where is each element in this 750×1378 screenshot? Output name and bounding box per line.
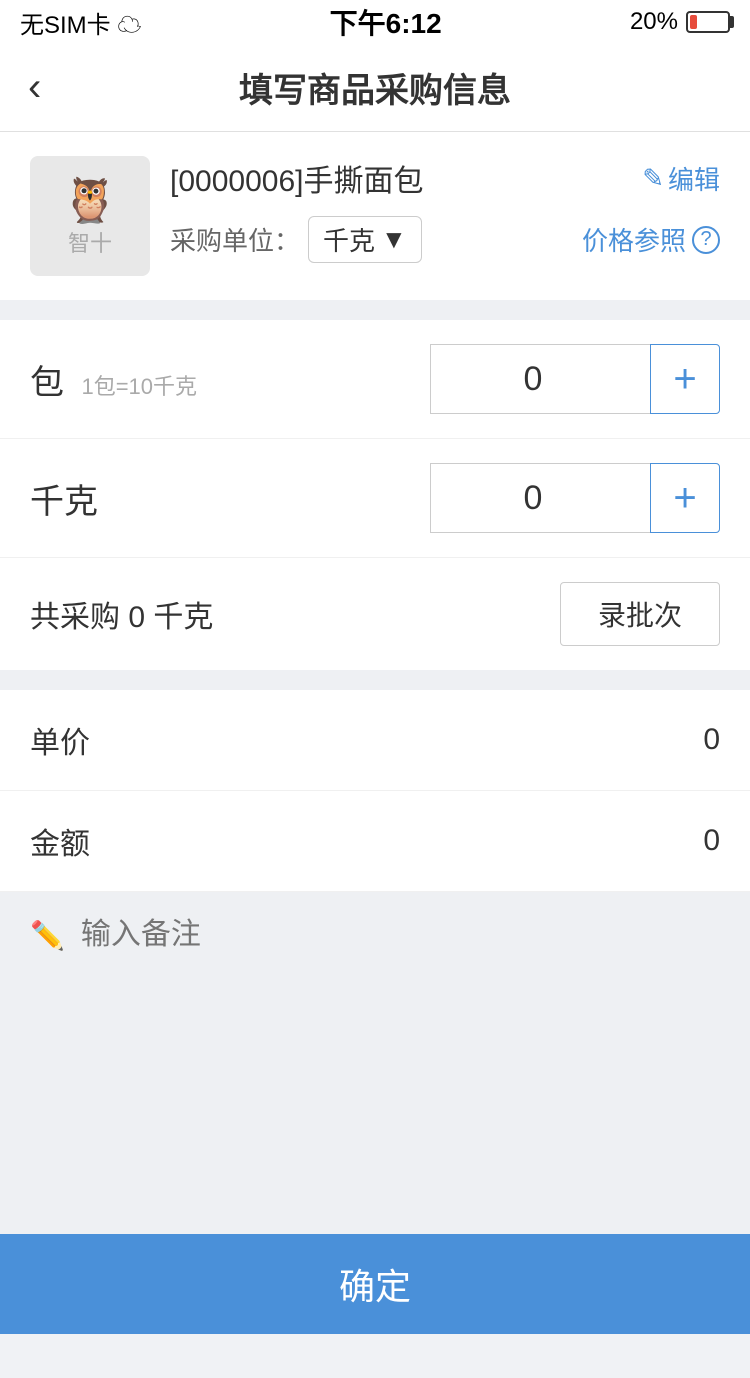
section-divider-1 <box>0 300 750 320</box>
unit-select[interactable]: 千克 ▼ <box>308 216 422 263</box>
bag-input-right: + <box>430 344 720 414</box>
product-info: [0000006]手撕面包 ✎ 编辑 采购单位： 千克 ▼ 价格参照 ? <box>170 156 720 263</box>
amount-label: 金额 <box>30 819 90 863</box>
battery-icon <box>686 11 730 33</box>
product-thumb-label: 智十 <box>68 226 112 258</box>
page-title: 填写商品采购信息 <box>239 63 511 112</box>
bag-input-row: 包 1包=10千克 + <box>0 320 750 439</box>
kg-plus-button[interactable]: + <box>650 463 720 533</box>
kg-quantity-input[interactable] <box>430 463 650 533</box>
back-button[interactable]: ‹ <box>28 65 41 110</box>
summary-row: 共采购 0 千克 录批次 <box>0 558 750 670</box>
summary-text: 共采购 0 千克 <box>30 592 213 636</box>
unit-label: 采购单位： <box>170 221 300 258</box>
price-reference-button[interactable]: 价格参照 ? <box>582 221 720 258</box>
unit-dropdown-icon: ▼ <box>381 224 407 255</box>
price-section: 单价 0 金额 0 <box>0 690 750 892</box>
product-name-row: [0000006]手撕面包 ✎ 编辑 <box>170 156 720 200</box>
bag-quantity-input[interactable] <box>430 344 650 414</box>
kg-label: 千克 <box>30 474 430 523</box>
price-ref-icon: ? <box>692 226 720 254</box>
price-ref-label: 价格参照 <box>582 221 686 258</box>
batch-button[interactable]: 录批次 <box>560 582 720 646</box>
confirm-label: 确定 <box>339 1258 411 1310</box>
product-card: 🦉 智十 [0000006]手撕面包 ✎ 编辑 采购单位： 千克 ▼ <box>0 132 750 300</box>
status-battery-percent: 20% <box>630 8 678 36</box>
bag-plus-button[interactable]: + <box>650 344 720 414</box>
product-name: [0000006]手撕面包 <box>170 156 423 200</box>
pencil-icon: ✏️ <box>30 919 65 952</box>
unit-price-value: 0 <box>703 723 720 757</box>
product-logo-icon: 🦉 <box>63 174 118 226</box>
product-thumbnail: 🦉 智十 <box>30 156 150 276</box>
amount-row: 金额 0 <box>0 791 750 892</box>
input-section: 包 1包=10千克 + 千克 + 共采购 0 千克 录批次 <box>0 320 750 670</box>
remark-section: ✏️ <box>0 892 750 978</box>
edit-button[interactable]: ✎ 编辑 <box>642 160 720 197</box>
status-right: 20% <box>630 8 730 36</box>
battery-fill <box>690 15 697 29</box>
confirm-button[interactable]: 确定 <box>0 1234 750 1334</box>
status-signal: 无SIM卡 ☁ <box>20 5 141 40</box>
kg-input-right: + <box>430 463 720 533</box>
unit-price-label: 单价 <box>30 718 90 762</box>
amount-value: 0 <box>703 824 720 858</box>
unit-price-row: 单价 0 <box>0 690 750 791</box>
status-bar: 无SIM卡 ☁ 下午6:12 20% <box>0 0 750 44</box>
status-time: 下午6:12 <box>330 2 442 42</box>
nav-bar: ‹ 填写商品采购信息 <box>0 44 750 132</box>
content-space <box>0 978 750 1278</box>
kg-input-row: 千克 + <box>0 439 750 558</box>
product-unit-row: 采购单位： 千克 ▼ 价格参照 ? <box>170 216 720 263</box>
bag-sublabel: 1包=10千克 <box>81 374 197 399</box>
edit-label: 编辑 <box>668 160 720 197</box>
bag-label: 包 1包=10千克 <box>30 355 430 404</box>
edit-icon: ✎ <box>642 163 664 194</box>
remark-input[interactable] <box>81 918 720 952</box>
unit-value: 千克 <box>323 221 375 258</box>
section-divider-2 <box>0 670 750 690</box>
